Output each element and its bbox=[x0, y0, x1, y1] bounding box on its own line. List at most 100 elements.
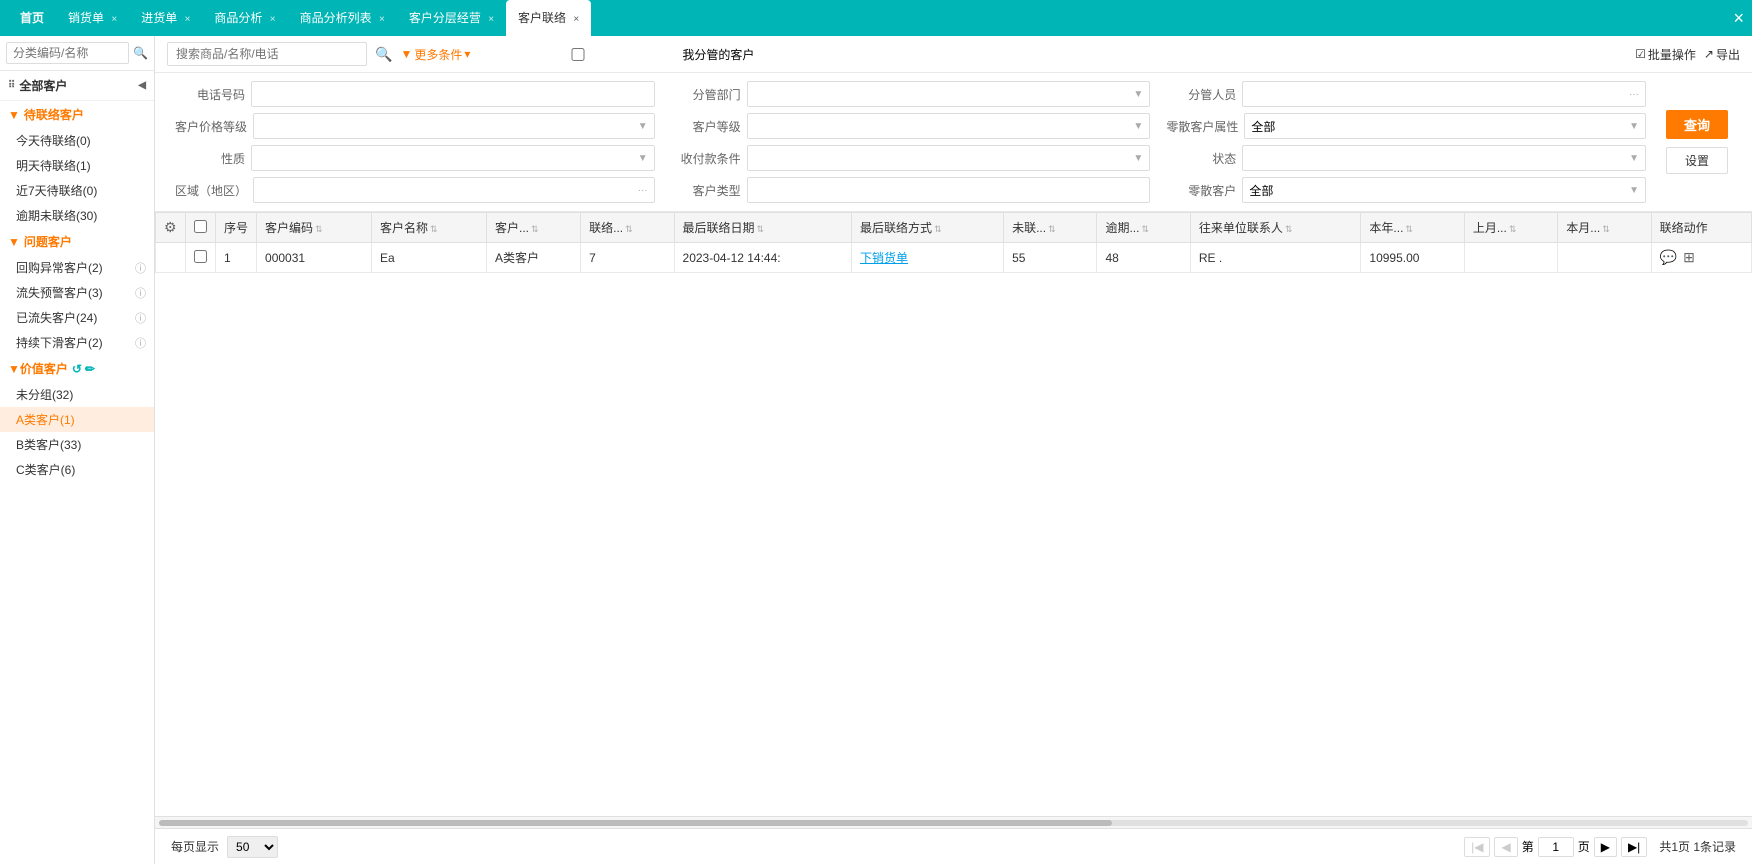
col-index: 序号 bbox=[216, 213, 257, 243]
settings-button[interactable]: 设置 bbox=[1666, 147, 1728, 174]
action-message-icon[interactable]: 💬 bbox=[1660, 249, 1677, 266]
cell-code: 000031 bbox=[257, 243, 372, 273]
batch-op-btn[interactable]: ☑ 批量操作 bbox=[1635, 46, 1696, 63]
sidebar: 🔍 ⠿ 全部客户 ◀ ▼ 待联络客户 今天待联络(0) 明天待联络(1) 近7天… bbox=[0, 36, 155, 864]
filter-dept-select[interactable]: ▼ bbox=[747, 81, 1151, 107]
more-filter-btn[interactable]: ▼ 更多条件 ▾ bbox=[400, 46, 470, 63]
value-edit-icon[interactable]: ✏ bbox=[85, 362, 95, 376]
nav-sales[interactable]: 销货单 × bbox=[56, 0, 129, 36]
price-arrow: ▼ bbox=[638, 121, 648, 132]
page-first-btn[interactable]: |◀ bbox=[1464, 837, 1490, 857]
page-num-input[interactable] bbox=[1538, 837, 1574, 857]
sidebar-item-b-class[interactable]: B类客户(33) bbox=[0, 432, 154, 457]
cell-actions: 💬 ⊞ bbox=[1651, 243, 1751, 273]
filter-status-select[interactable]: ▼ bbox=[1242, 145, 1646, 171]
info-icon-3[interactable]: ⓘ bbox=[135, 310, 146, 326]
sidebar-all-customers[interactable]: ⠿ 全部客户 ◀ bbox=[0, 71, 154, 101]
cell-last-method: 下销货单 bbox=[852, 243, 1004, 273]
cell-contact: 7 bbox=[581, 243, 674, 273]
sidebar-item-lost[interactable]: 已流失客户(24) ⓘ bbox=[0, 305, 154, 330]
filter-customer-type-input[interactable] bbox=[747, 177, 1151, 203]
value-refresh-icon[interactable]: ↺ bbox=[72, 362, 82, 376]
filter-price-level: 客户价格等级 ▼ bbox=[167, 113, 663, 139]
nav-customer-contact[interactable]: 客户联络 × bbox=[506, 0, 591, 36]
last-method-link[interactable]: 下销货单 bbox=[860, 251, 908, 265]
my-customer-checkbox[interactable] bbox=[478, 48, 678, 61]
info-icon-4[interactable]: ⓘ bbox=[135, 335, 146, 351]
filter-manager-select[interactable]: ··· bbox=[1242, 81, 1646, 107]
window-close-btn[interactable]: × bbox=[1733, 8, 1744, 29]
col-last-method: 最后联络方式⇅ bbox=[852, 213, 1004, 243]
sidebar-item-loss-warning[interactable]: 流失预警客户(3) ⓘ bbox=[0, 280, 154, 305]
filter-customer-level-select[interactable]: ▼ bbox=[747, 113, 1151, 139]
content-area: 🔍 ▼ 更多条件 ▾ 我分管的客户 ☑ 批量操作 ↗ 导出 bbox=[155, 36, 1752, 864]
filter-price-select[interactable]: ▼ bbox=[253, 113, 655, 139]
sidebar-item-repurchase-abnormal[interactable]: 回购异常客户(2) ⓘ bbox=[0, 255, 154, 280]
filter-retail: 零散客户 全部 ▼ bbox=[1158, 177, 1654, 203]
level-arrow: ▼ bbox=[1133, 121, 1143, 132]
page-nav: |◀ ◀ 第 页 ▶ ▶| 共1页 1条记录 bbox=[1464, 837, 1736, 857]
nav-customer-contact-close[interactable]: × bbox=[573, 14, 579, 25]
manager-more[interactable]: ··· bbox=[1629, 89, 1639, 100]
page-next-btn[interactable]: ▶ bbox=[1594, 837, 1617, 857]
select-all-checkbox[interactable] bbox=[194, 220, 207, 233]
export-btn[interactable]: ↗ 导出 bbox=[1704, 46, 1740, 63]
row-checkbox[interactable] bbox=[194, 250, 207, 263]
search-icon-btn[interactable]: 🔍 bbox=[375, 46, 392, 63]
info-icon-2[interactable]: ⓘ bbox=[135, 285, 146, 301]
horizontal-scrollbar[interactable] bbox=[155, 816, 1752, 828]
sidebar-group-pending[interactable]: ▼ 待联络客户 bbox=[0, 101, 154, 128]
filter-retail-attr-select[interactable]: 全部 ▼ bbox=[1244, 113, 1646, 139]
nav-goods-list-close[interactable]: × bbox=[379, 14, 385, 25]
filter-region-select[interactable]: ··· bbox=[253, 177, 655, 203]
sidebar-search-input[interactable] bbox=[6, 42, 129, 64]
page-prev-btn[interactable]: ◀ bbox=[1494, 837, 1517, 857]
filter-row-4: 区域（地区） ··· 客户类型 零散客户 全部 bbox=[167, 177, 1654, 203]
sidebar-item-overdue[interactable]: 逾期未联络(30) bbox=[0, 203, 154, 228]
filter-phone-input[interactable] bbox=[251, 81, 655, 107]
query-button[interactable]: 查询 bbox=[1666, 110, 1728, 139]
table-header-row: ⚙ 序号 客户编码⇅ 客户名称⇅ 客户...⇅ 联络...⇅ 最后联络日期⇅ 最… bbox=[156, 213, 1752, 243]
sidebar-item-today[interactable]: 今天待联络(0) bbox=[0, 128, 154, 153]
nav-purchase-close[interactable]: × bbox=[185, 14, 191, 25]
page-size-select[interactable]: 50 100 bbox=[227, 836, 278, 858]
sidebar-group-value[interactable]: ▼ 价值客户 ↺ ✏ bbox=[0, 355, 154, 382]
cell-index: 1 bbox=[216, 243, 257, 273]
nav-home[interactable]: 首页 bbox=[8, 0, 56, 36]
my-customer-checkbox-label[interactable]: 我分管的客户 bbox=[478, 46, 754, 63]
sidebar-item-ungrouped[interactable]: 未分组(32) bbox=[0, 382, 154, 407]
sidebar-item-7days[interactable]: 近7天待联络(0) bbox=[0, 178, 154, 203]
table-gear-icon[interactable]: ⚙ bbox=[164, 219, 177, 235]
col-contact-person: 往来单位联系人⇅ bbox=[1190, 213, 1361, 243]
collapse-icon[interactable]: ◀ bbox=[138, 80, 146, 91]
col-last-date: 最后联络日期⇅ bbox=[674, 213, 852, 243]
sidebar-search-icon[interactable]: 🔍 bbox=[133, 46, 148, 60]
filter-nature-select[interactable]: ▼ bbox=[251, 145, 655, 171]
filter-payment: 收付款条件 ▼ bbox=[663, 145, 1159, 171]
page-size-label: 每页显示 bbox=[171, 838, 219, 855]
scrollbar-thumb[interactable] bbox=[159, 820, 1112, 826]
sidebar-item-a-class[interactable]: A类客户(1) bbox=[0, 407, 154, 432]
region-more[interactable]: ··· bbox=[638, 185, 648, 196]
nav-customer-tier[interactable]: 客户分层经营 × bbox=[397, 0, 506, 36]
sidebar-group-problem[interactable]: ▼ 问题客户 bbox=[0, 228, 154, 255]
filter-retail-select[interactable]: 全部 ▼ bbox=[1242, 177, 1646, 203]
nav-purchase[interactable]: 进货单 × bbox=[129, 0, 202, 36]
nav-goods-analysis-close[interactable]: × bbox=[270, 14, 276, 25]
sidebar-item-tomorrow[interactable]: 明天待联络(1) bbox=[0, 153, 154, 178]
nature-arrow: ▼ bbox=[638, 153, 648, 164]
col-overdue: 逾期...⇅ bbox=[1097, 213, 1190, 243]
dept-arrow: ▼ bbox=[1133, 89, 1143, 100]
sidebar-item-declining[interactable]: 持续下滑客户(2) ⓘ bbox=[0, 330, 154, 355]
sidebar-item-c-class[interactable]: C类客户(6) bbox=[0, 457, 154, 482]
page-last-btn[interactable]: ▶| bbox=[1621, 837, 1647, 857]
nav-goods-analysis[interactable]: 商品分析 × bbox=[202, 0, 287, 36]
filter-payment-select[interactable]: ▼ bbox=[747, 145, 1151, 171]
col-last-month: 上月...⇅ bbox=[1464, 213, 1557, 243]
nav-goods-list[interactable]: 商品分析列表 × bbox=[288, 0, 397, 36]
nav-sales-close[interactable]: × bbox=[111, 14, 117, 25]
nav-customer-tier-close[interactable]: × bbox=[488, 14, 494, 25]
search-input[interactable] bbox=[167, 42, 367, 66]
info-icon-1[interactable]: ⓘ bbox=[135, 260, 146, 276]
action-grid-icon[interactable]: ⊞ bbox=[1683, 249, 1695, 266]
